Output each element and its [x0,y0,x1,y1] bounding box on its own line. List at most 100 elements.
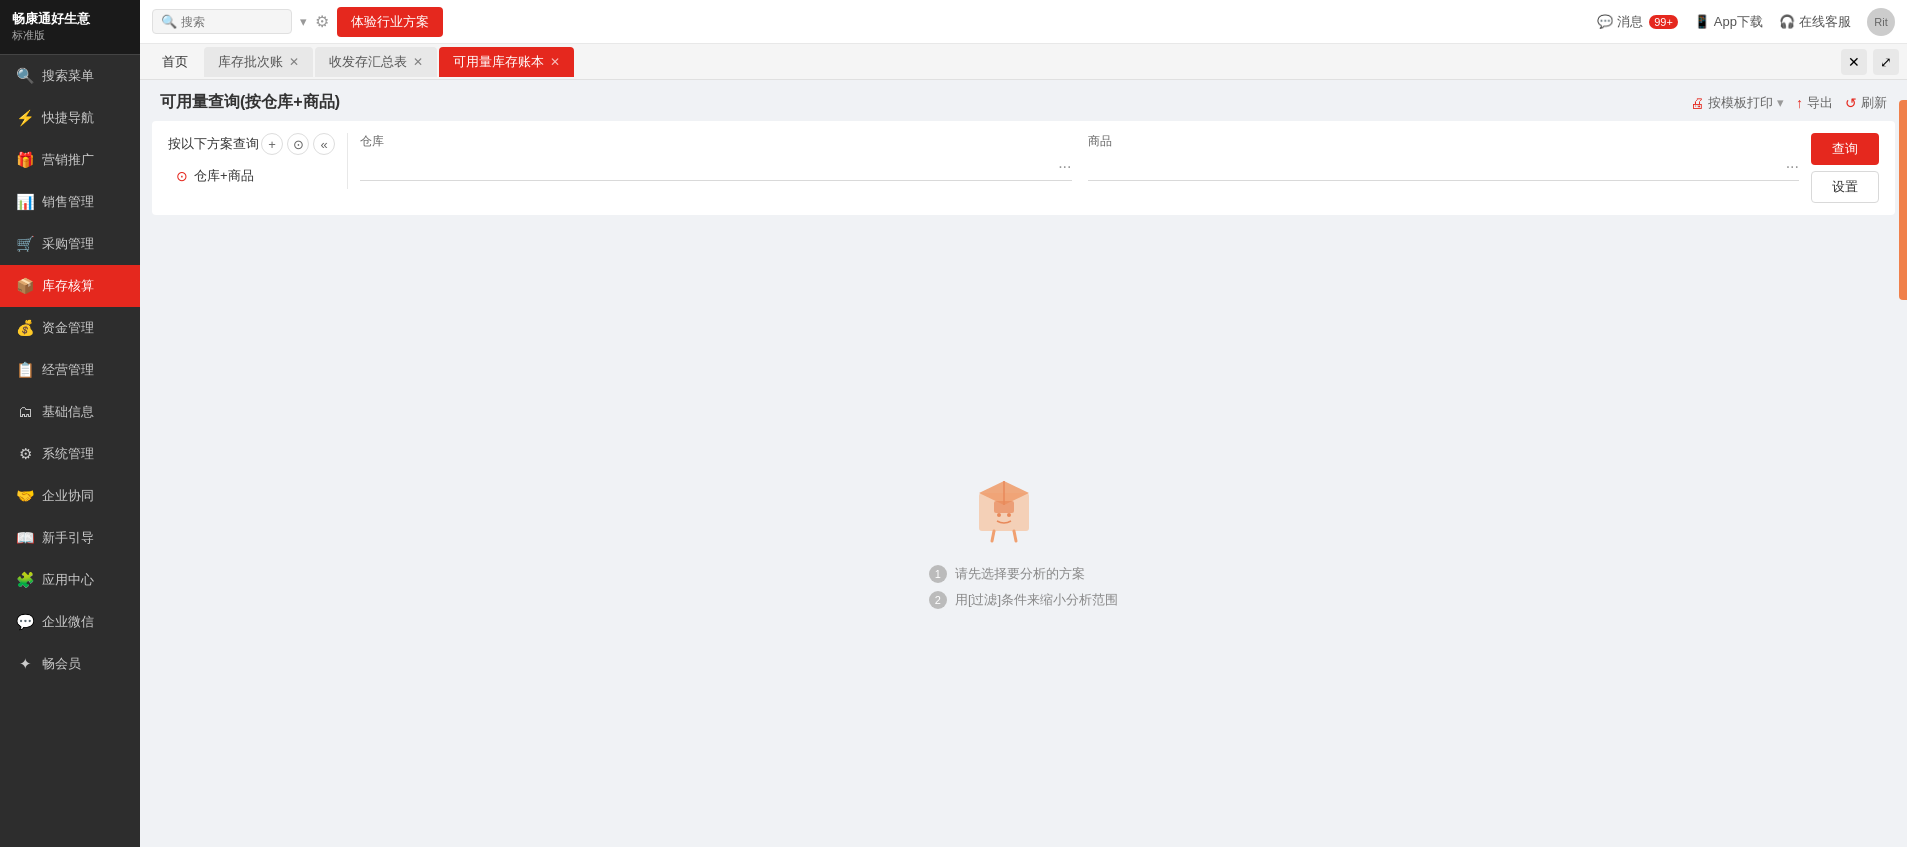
sidebar-label-operations: 经营管理 [42,361,94,379]
tab-storage-close[interactable]: ✕ [413,55,423,69]
sidebar-label-apps: 应用中心 [42,571,94,589]
phone-icon: 📱 [1694,14,1710,29]
svg-point-4 [997,513,1001,517]
sidebar-label-sales: 销售管理 [42,193,94,211]
topbar: 🔍 ▾ ⚙ 体验行业方案 💬 消息 99+ 📱 App下载 🎧 在线客服 R [140,0,1907,44]
page-title: 可用量查询(按仓库+商品) [160,92,340,113]
sidebar-item-operations[interactable]: 📋 经营管理 [0,349,140,391]
query-btn[interactable]: 查询 [1811,133,1879,165]
warehouse-input[interactable] [360,160,1054,175]
operations-icon: 📋 [16,361,34,379]
print-label: 按模板打印 [1708,94,1773,112]
filter-scheme-header: 按以下方案查询 + ⊙ « [168,133,335,155]
scheme-action-buttons: + ⊙ « [261,133,335,155]
sidebar-label-finance: 资金管理 [42,319,94,337]
sidebar-item-inventory[interactable]: 📦 库存核算 [0,265,140,307]
goods-input[interactable] [1088,160,1782,175]
main-area: 🔍 ▾ ⚙ 体验行业方案 💬 消息 99+ 📱 App下载 🎧 在线客服 R [140,0,1907,847]
empty-tips: 1 请先选择要分析的方案 2 用[过滤]条件来缩小分析范围 [929,565,1118,609]
online-service-btn[interactable]: 🎧 在线客服 [1779,13,1851,31]
sidebar-item-system[interactable]: ⚙ 系统管理 [0,433,140,475]
app-download-btn[interactable]: 📱 App下载 [1694,13,1763,31]
sidebar-item-enterprise[interactable]: 🤝 企业协同 [0,475,140,517]
enterprise-icon: 🤝 [16,487,34,505]
sidebar-label-member: 畅会员 [42,655,81,673]
sales-icon: 📊 [16,193,34,211]
sidebar-item-purchase[interactable]: 🛒 采购管理 [0,223,140,265]
collapse-scheme-btn[interactable]: « [313,133,335,155]
sidebar-item-shortcut[interactable]: ⚡ 快捷导航 [0,97,140,139]
member-icon: ✦ [16,655,34,673]
tab-close-btn[interactable]: ✕ [1841,49,1867,75]
goods-input-wrapper: ··· [1088,154,1800,181]
industry-btn[interactable]: 体验行业方案 [337,7,443,37]
sidebar-item-search[interactable]: 🔍 搜索菜单 [0,55,140,97]
goods-label: 商品 [1088,133,1800,150]
sidebar-item-apps[interactable]: 🧩 应用中心 [0,559,140,601]
right-scroll-bar[interactable] [1899,100,1907,300]
wechat-icon: 💬 [16,613,34,631]
svg-line-6 [992,531,994,541]
sidebar-item-basics[interactable]: 🗂 基础信息 [0,391,140,433]
online-service-label: 在线客服 [1799,13,1851,31]
user-avatar-btn[interactable]: Rit [1867,8,1895,36]
warehouse-field: 仓库 ··· [360,133,1072,181]
tab-available-close[interactable]: ✕ [550,55,560,69]
tip-text-1: 请先选择要分析的方案 [955,565,1085,583]
warehouse-more-btn[interactable]: ··· [1058,158,1071,176]
sidebar-label-enterprise: 企业协同 [42,487,94,505]
settings-icon[interactable]: ⚙ [315,12,329,31]
sidebar-item-finance[interactable]: 💰 资金管理 [0,307,140,349]
sidebar-label-purchase: 采购管理 [42,235,94,253]
page-actions: 🖨 按模板打印 ▾ ↑ 导出 ↺ 刷新 [1690,94,1887,112]
sidebar-label-shortcut: 快捷导航 [42,109,94,127]
sidebar-nav: 🔍 搜索菜单 ⚡ 快捷导航 🎁 营销推广 📊 销售管理 🛒 采购管理 📦 库存核… [0,55,140,847]
purchase-icon: 🛒 [16,235,34,253]
sidebar-logo: 畅康通好生意 标准版 [0,0,140,55]
sidebar-item-member[interactable]: ✦ 畅会员 [0,643,140,685]
goods-more-btn[interactable]: ··· [1786,158,1799,176]
empty-state: 1 请先选择要分析的方案 2 用[过滤]条件来缩小分析范围 [140,215,1907,847]
svg-line-7 [1014,531,1016,541]
sidebar-label-newbie: 新手引导 [42,529,94,547]
refresh-label: 刷新 [1861,94,1887,112]
message-label: 消息 [1617,13,1643,31]
warehouse-label: 仓库 [360,133,1072,150]
user-name: Rit [1874,16,1887,28]
tab-available[interactable]: 可用量库存账本 ✕ [439,47,574,77]
tab-batch[interactable]: 库存批次账 ✕ [204,47,313,77]
tip-num-1: 1 [929,565,947,583]
refresh-btn[interactable]: ↺ 刷新 [1845,94,1887,112]
message-badge: 99+ [1649,15,1678,29]
sidebar-item-newbie[interactable]: 📖 新手引导 [0,517,140,559]
tab-home[interactable]: 首页 [148,47,202,77]
sidebar-label-wechat: 企业微信 [42,613,94,631]
sidebar-item-sales[interactable]: 📊 销售管理 [0,181,140,223]
print-btn[interactable]: 🖨 按模板打印 ▾ [1690,94,1784,112]
svg-rect-3 [994,501,1014,513]
setting-btn[interactable]: 设置 [1811,171,1879,203]
message-btn[interactable]: 💬 消息 99+ [1597,13,1678,31]
tab-batch-close[interactable]: ✕ [289,55,299,69]
tab-available-label: 可用量库存账本 [453,53,544,71]
sidebar-item-marketing[interactable]: 🎁 营销推广 [0,139,140,181]
apps-icon: 🧩 [16,571,34,589]
dropdown-icon[interactable]: ▾ [300,14,307,29]
scheme-item-warehouse-goods[interactable]: ⊙ 仓库+商品 [168,163,335,189]
tip-item-2: 2 用[过滤]条件来缩小分析范围 [929,591,1118,609]
search-icon: 🔍 [16,67,34,85]
sidebar-item-wechat[interactable]: 💬 企业微信 [0,601,140,643]
export-btn[interactable]: ↑ 导出 [1796,94,1833,112]
filter-area: 按以下方案查询 + ⊙ « ⊙ 仓库+商品 仓库 [152,121,1895,215]
tab-controls: ✕ ⤢ [1841,49,1899,75]
tab-storage[interactable]: 收发存汇总表 ✕ [315,47,437,77]
export-label: 导出 [1807,94,1833,112]
tab-batch-label: 库存批次账 [218,53,283,71]
tab-expand-btn[interactable]: ⤢ [1873,49,1899,75]
marketing-icon: 🎁 [16,151,34,169]
search-input[interactable] [181,15,281,29]
add-scheme-btn[interactable]: + [261,133,283,155]
edit-scheme-btn[interactable]: ⊙ [287,133,309,155]
tip-item-1: 1 请先选择要分析的方案 [929,565,1118,583]
print-dropdown-icon[interactable]: ▾ [1777,95,1784,110]
